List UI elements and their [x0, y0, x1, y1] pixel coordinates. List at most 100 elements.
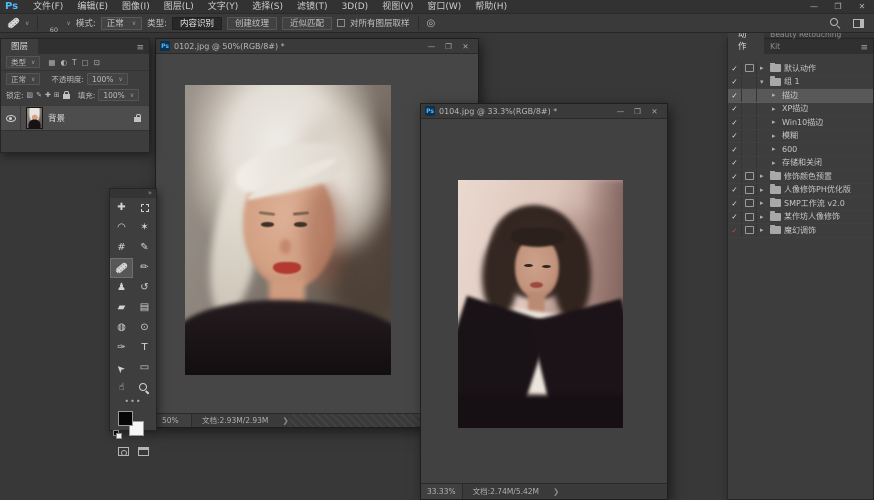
action-row[interactable]: ✓ ▸Win10描边	[728, 116, 873, 130]
marquee-tool[interactable]	[133, 198, 156, 218]
action-set-row[interactable]: ✓ ▾组 1	[728, 76, 873, 90]
expand-icon[interactable]: ▸	[760, 226, 767, 234]
blur-tool[interactable]: ◍	[110, 318, 133, 338]
layer-thumbnail[interactable]	[26, 107, 43, 129]
type-proximity-match-button[interactable]: 近似匹配	[282, 17, 332, 30]
sample-all-layers-checkbox[interactable]	[337, 19, 345, 27]
hand-tool[interactable]: ☝	[110, 378, 133, 398]
restore-icon[interactable]: ❐	[826, 0, 850, 14]
action-set-row[interactable]: ✓ ▸默认动作	[728, 62, 873, 76]
restore-icon[interactable]: ❐	[629, 107, 646, 116]
brush-tool[interactable]: ✏	[133, 258, 156, 278]
expand-icon[interactable]: ▸	[772, 132, 779, 140]
close-icon[interactable]: ✕	[850, 0, 874, 14]
toggle-item-check[interactable]: ✓	[728, 62, 742, 75]
document-title-bar[interactable]: Ps 0104.jpg @ 33.3%(RGB/8#) * — ❐ ✕	[421, 104, 667, 119]
toggle-item-check[interactable]: ✓	[728, 224, 742, 237]
lock-transparency-icon[interactable]: ▨	[27, 91, 34, 99]
action-set-row[interactable]: ✓ ▸某作坊人像修饰	[728, 211, 873, 225]
action-row[interactable]: ✓ ▸600	[728, 143, 873, 157]
menu-filter[interactable]: 滤镜(T)	[290, 0, 335, 14]
gradient-tool[interactable]: ▤	[133, 298, 156, 318]
toggle-item-check[interactable]: ✓	[728, 89, 742, 102]
expand-icon[interactable]: ▸	[760, 172, 767, 180]
menu-type[interactable]: 文字(Y)	[201, 0, 246, 14]
crop-tool[interactable]: #	[110, 238, 133, 258]
expand-icon[interactable]: ▸	[760, 64, 767, 72]
dialog-toggle[interactable]	[742, 143, 757, 156]
dialog-toggle[interactable]	[742, 224, 757, 237]
foreground-color-swatch[interactable]	[118, 411, 133, 426]
restore-icon[interactable]: ❐	[440, 42, 457, 51]
path-selection-tool[interactable]: ➤	[110, 358, 133, 378]
visibility-toggle[interactable]	[1, 106, 21, 130]
toolbar-collapse-icon[interactable]: »	[110, 189, 156, 198]
chevron-down-icon[interactable]: ∨	[25, 20, 29, 27]
type-create-texture-button[interactable]: 创建纹理	[227, 17, 277, 30]
status-chevron-icon[interactable]: ❯	[553, 487, 559, 496]
toggle-item-check[interactable]: ✓	[728, 103, 742, 116]
workspace-switcher-icon[interactable]	[853, 19, 864, 28]
action-row[interactable]: ✓ ▸模糊	[728, 130, 873, 144]
document-image[interactable]	[458, 180, 623, 428]
toggle-item-check[interactable]: ✓	[728, 116, 742, 129]
dialog-toggle[interactable]	[742, 170, 757, 183]
minimize-icon[interactable]: —	[802, 0, 826, 14]
toggle-item-check[interactable]: ✓	[728, 130, 742, 143]
layer-filter-select[interactable]: 类型 ∨	[6, 56, 40, 68]
minimize-icon[interactable]: —	[423, 42, 440, 51]
menu-file[interactable]: 文件(F)	[26, 0, 70, 14]
filter-smart-object-icon[interactable]: ⊡	[94, 58, 100, 67]
fill-select[interactable]: 100% ∨	[98, 89, 139, 101]
action-row[interactable]: ✓ ▸存储和关闭	[728, 157, 873, 171]
dodge-tool[interactable]: ⊙	[133, 318, 156, 338]
expand-icon[interactable]: ▸	[772, 91, 779, 99]
menu-layer[interactable]: 图层(L)	[157, 0, 201, 14]
dialog-toggle[interactable]	[742, 76, 757, 89]
search-icon[interactable]	[830, 18, 841, 29]
expand-icon[interactable]: ▸	[760, 186, 767, 194]
panel-menu-icon[interactable]: ≡	[855, 43, 873, 54]
toggle-item-check[interactable]: ✓	[728, 184, 742, 197]
eyedropper-tool[interactable]: ✎	[133, 238, 156, 258]
toggle-item-check[interactable]: ✓	[728, 157, 742, 170]
dialog-toggle[interactable]	[742, 211, 757, 224]
zoom-level-field[interactable]: 33.33%	[421, 484, 463, 499]
menu-window[interactable]: 窗口(W)	[420, 0, 468, 14]
expand-icon[interactable]: ▸	[772, 105, 779, 113]
eraser-tool[interactable]: ▰	[110, 298, 133, 318]
mode-select[interactable]: 正常 ∨	[101, 17, 142, 30]
menu-3d[interactable]: 3D(D)	[335, 0, 376, 14]
blend-mode-select[interactable]: 正常 ∨	[6, 73, 40, 85]
dialog-toggle[interactable]	[742, 130, 757, 143]
dialog-toggle[interactable]	[742, 62, 757, 75]
quick-mask-icon[interactable]	[118, 447, 129, 456]
spot-healing-tool-icon[interactable]	[7, 17, 21, 30]
clone-stamp-tool[interactable]: ♟	[110, 278, 133, 298]
document-canvas[interactable]	[421, 119, 667, 483]
document-title-bar[interactable]: Ps 0102.jpg @ 50%(RGB/8#) * — ❐ ✕	[156, 39, 478, 54]
zoom-tool[interactable]	[133, 378, 156, 398]
action-row[interactable]: ✓ ▸XP描边	[728, 103, 873, 117]
layer-row-background[interactable]: 背景	[1, 105, 149, 131]
menu-help[interactable]: 帮助(H)	[468, 0, 514, 14]
document-image[interactable]	[185, 85, 391, 375]
brush-preset-picker[interactable]: 60	[46, 14, 61, 32]
spot-healing-brush-tool[interactable]	[110, 258, 133, 278]
expand-icon[interactable]: ▸	[772, 145, 779, 153]
tab-layers[interactable]: 图层	[1, 39, 38, 54]
rectangle-tool[interactable]: ▭	[133, 358, 156, 378]
dialog-toggle[interactable]	[742, 116, 757, 129]
lock-artboard-icon[interactable]: ⊞	[54, 91, 60, 99]
magic-wand-tool[interactable]: ✶	[133, 218, 156, 238]
expand-icon[interactable]: ▸	[772, 118, 779, 126]
zoom-level-field[interactable]: 50%	[156, 414, 192, 427]
filter-shape-icon[interactable]: ▢	[82, 58, 89, 67]
chevron-down-icon[interactable]: ∨	[66, 20, 70, 27]
screen-mode-icon[interactable]	[138, 447, 149, 456]
action-set-row[interactable]: ✓ ▸魔幻调饰	[728, 224, 873, 238]
toggle-item-check[interactable]: ✓	[728, 211, 742, 224]
history-brush-tool[interactable]: ↺	[133, 278, 156, 298]
dialog-toggle[interactable]	[742, 184, 757, 197]
panel-menu-icon[interactable]: ≡	[131, 43, 149, 54]
